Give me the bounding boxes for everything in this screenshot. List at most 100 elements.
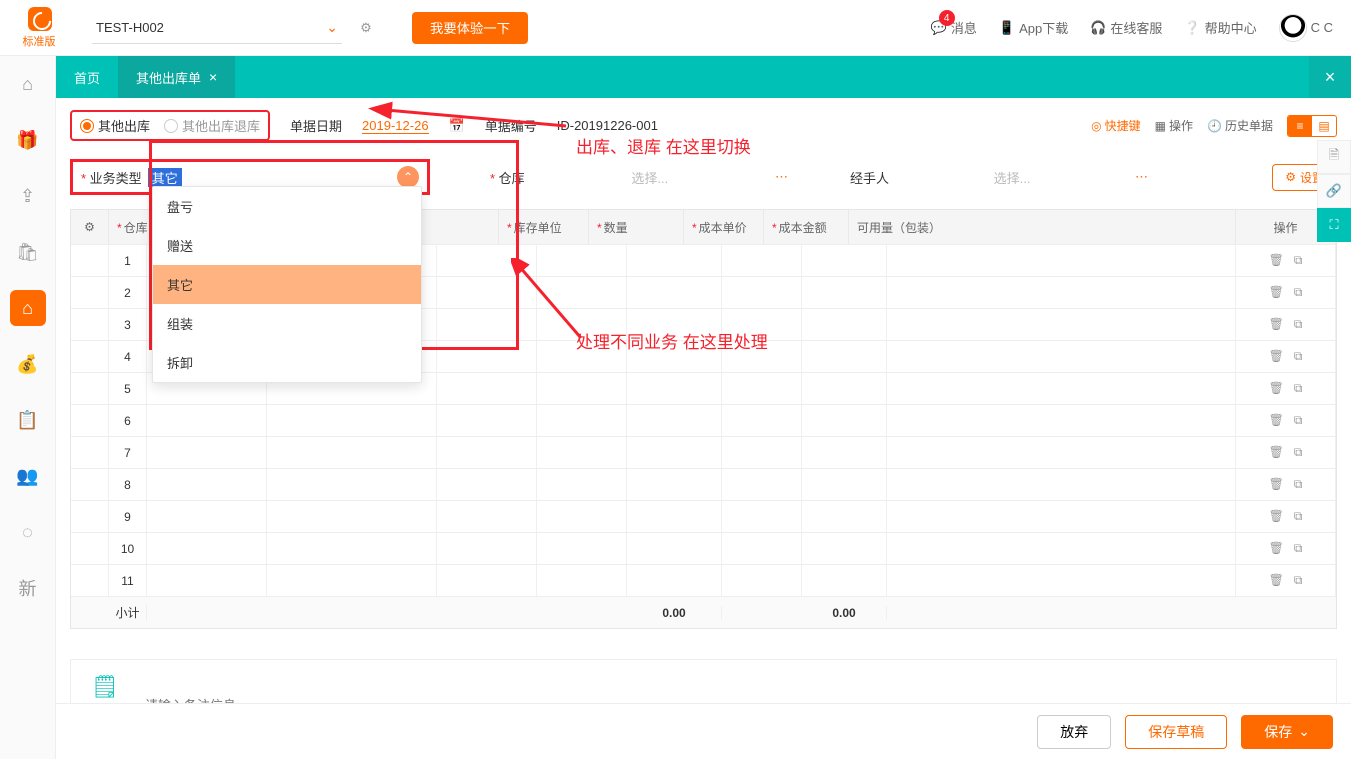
biz-type-value: 其它 — [148, 168, 182, 187]
delete-icon[interactable]: 🗑 — [1269, 413, 1284, 428]
row-index: 2 — [109, 277, 147, 308]
radio-out-label: 其他出库 — [98, 116, 150, 135]
delete-icon[interactable]: 🗑 — [1269, 445, 1284, 460]
dropdown-option[interactable]: 组装 — [153, 304, 421, 343]
remark-input[interactable] — [145, 698, 1322, 704]
gear-icon: ⚙ — [360, 20, 372, 36]
date-label: 单据日期 — [290, 116, 342, 135]
more-icon[interactable]: ⋯ — [775, 169, 790, 185]
radio-dot-icon — [164, 119, 178, 133]
close-icon[interactable]: × — [209, 69, 217, 85]
subtotal-qty: 0.00 — [627, 606, 722, 620]
delete-icon[interactable]: 🗑 — [1269, 573, 1284, 588]
copy-icon[interactable]: ⧉ — [1294, 445, 1303, 460]
col-amount: 成本金额 — [764, 210, 849, 244]
view-toggle[interactable]: ≡ ▤ — [1287, 115, 1337, 137]
copy-icon[interactable]: ⧉ — [1294, 413, 1303, 428]
delete-icon[interactable]: 🗑 — [1269, 317, 1284, 332]
tenant-select[interactable]: TEST-H002 ⌄ — [92, 12, 342, 44]
list-view-icon[interactable]: ≡ — [1288, 116, 1312, 136]
table-row[interactable]: 7 🗑 ⧉ — [71, 436, 1336, 468]
try-button[interactable]: 我要体验一下 — [412, 12, 528, 44]
copy-icon[interactable]: ⧉ — [1294, 477, 1303, 492]
nav-custom-icon[interactable]: ◌ — [10, 514, 46, 550]
table-row[interactable]: 11🗑⧉ — [71, 564, 1336, 596]
copy-icon[interactable]: ⧉ — [1294, 317, 1303, 332]
nav-in-icon[interactable]: ⇪ — [10, 178, 46, 214]
nav-contacts-icon[interactable]: 👥 — [10, 458, 46, 494]
handler-field[interactable]: 经手人 选择... ⋯ — [850, 168, 1150, 187]
nav-clipboard-icon[interactable]: 📋 — [10, 402, 46, 438]
headset-icon: 🎧 — [1090, 20, 1106, 36]
help-center-label: 帮助中心 — [1205, 18, 1257, 37]
radio-dot-selected-icon — [80, 119, 94, 133]
copy-icon[interactable]: ⧉ — [1294, 541, 1303, 556]
copy-icon[interactable]: ⧉ — [1294, 253, 1303, 268]
radio-return[interactable]: 其他出库退库 — [164, 116, 260, 135]
close-all-tabs-button[interactable]: × — [1309, 56, 1351, 98]
nav-money-icon[interactable]: 💰 — [10, 346, 46, 382]
nav-bag-icon[interactable]: 🛍 — [10, 234, 46, 270]
customer-service-label: 在线客服 — [1110, 18, 1162, 37]
table-row[interactable]: 8🗑⧉ — [71, 468, 1336, 500]
history-link[interactable]: 🕘历史单据 — [1207, 117, 1273, 134]
tab-home[interactable]: 首页 — [56, 56, 118, 98]
customer-service-link[interactable]: 🎧 在线客服 — [1090, 18, 1162, 37]
subtotal-row: 小计 0.00 0.00 — [71, 596, 1336, 628]
arrow-1-icon — [356, 98, 576, 138]
col-unit: 库存单位 — [499, 210, 589, 244]
table-row[interactable]: 9🗑⧉ — [71, 500, 1336, 532]
delete-icon[interactable]: 🗑 — [1269, 509, 1284, 524]
copy-icon[interactable]: ⧉ — [1294, 349, 1303, 364]
more-icon[interactable]: ⋯ — [1135, 169, 1150, 185]
right-tool-rail: 🗎 🔗 ⛶ — [1317, 140, 1351, 242]
nav-new-icon[interactable]: 新 — [10, 570, 46, 606]
user-menu[interactable]: C C — [1279, 14, 1333, 42]
nav-gift-icon[interactable]: 🎁 — [10, 122, 46, 158]
save-button[interactable]: 保存⌄ — [1241, 715, 1333, 749]
copy-icon[interactable]: ⧉ — [1294, 509, 1303, 524]
nav-warehouse-icon[interactable]: ⌂ — [10, 290, 46, 326]
messages-badge: 4 — [939, 10, 955, 26]
shortcut-link[interactable]: ◎快捷键 — [1091, 117, 1141, 134]
footer-actions: 放弃 保存草稿 保存⌄ — [56, 703, 1351, 759]
chevron-down-icon: ⌄ — [1298, 723, 1310, 740]
app-download-label: App下载 — [1019, 18, 1068, 37]
delete-icon[interactable]: 🗑 — [1269, 477, 1284, 492]
save-draft-button[interactable]: 保存草稿 — [1125, 715, 1227, 749]
cancel-button[interactable]: 放弃 — [1037, 715, 1111, 749]
rail-doc-icon[interactable]: 🗎 — [1317, 140, 1351, 174]
radio-out[interactable]: 其他出库 — [80, 116, 150, 135]
row-index: 7 — [109, 437, 147, 468]
delete-icon[interactable]: 🗑 — [1269, 285, 1284, 300]
dropdown-option-selected[interactable]: 其它 — [153, 265, 421, 304]
copy-icon[interactable]: ⧉ — [1294, 285, 1303, 300]
messages-link[interactable]: 💬 消息 4 — [931, 18, 977, 37]
operate-link[interactable]: ▦操作 — [1155, 117, 1193, 134]
chevron-up-icon[interactable]: ⌃ — [397, 166, 419, 188]
copy-icon[interactable]: ⧉ — [1294, 573, 1303, 588]
tab-current[interactable]: 其他出库单 × — [118, 56, 235, 98]
delete-icon[interactable]: 🗑 — [1269, 541, 1284, 556]
tenant-settings-button[interactable]: ⚙ — [350, 12, 382, 44]
col-gear[interactable]: ⚙ — [71, 210, 109, 244]
dropdown-option[interactable]: 盘亏 — [153, 187, 421, 226]
nav-home-icon[interactable]: ⌂ — [10, 66, 46, 102]
dropdown-option[interactable]: 拆卸 — [153, 343, 421, 382]
page-tabs: 首页 其他出库单 × × — [56, 56, 1351, 98]
help-center-link[interactable]: ❔ 帮助中心 — [1184, 18, 1256, 37]
top-bar: 标准版 TEST-H002 ⌄ ⚙ 我要体验一下 💬 消息 4 📱 App下载 … — [0, 0, 1351, 56]
delete-icon[interactable]: 🗑 — [1269, 253, 1284, 268]
table-row[interactable]: 6🗑⧉ — [71, 404, 1336, 436]
app-download-link[interactable]: 📱 App下载 — [999, 18, 1068, 37]
rail-link-icon[interactable]: 🔗 — [1317, 174, 1351, 208]
delete-icon[interactable]: 🗑 — [1269, 381, 1284, 396]
warehouse-field[interactable]: 仓库 选择... ⋯ — [490, 168, 790, 187]
copy-icon[interactable]: ⧉ — [1294, 381, 1303, 396]
rail-expand-icon[interactable]: ⛶ — [1317, 208, 1351, 242]
delete-icon[interactable]: 🗑 — [1269, 349, 1284, 364]
table-row[interactable]: 10🗑⧉ — [71, 532, 1336, 564]
card-view-icon[interactable]: ▤ — [1312, 116, 1336, 136]
dropdown-option[interactable]: 赠送 — [153, 226, 421, 265]
history-icon: 🕘 — [1207, 119, 1222, 133]
